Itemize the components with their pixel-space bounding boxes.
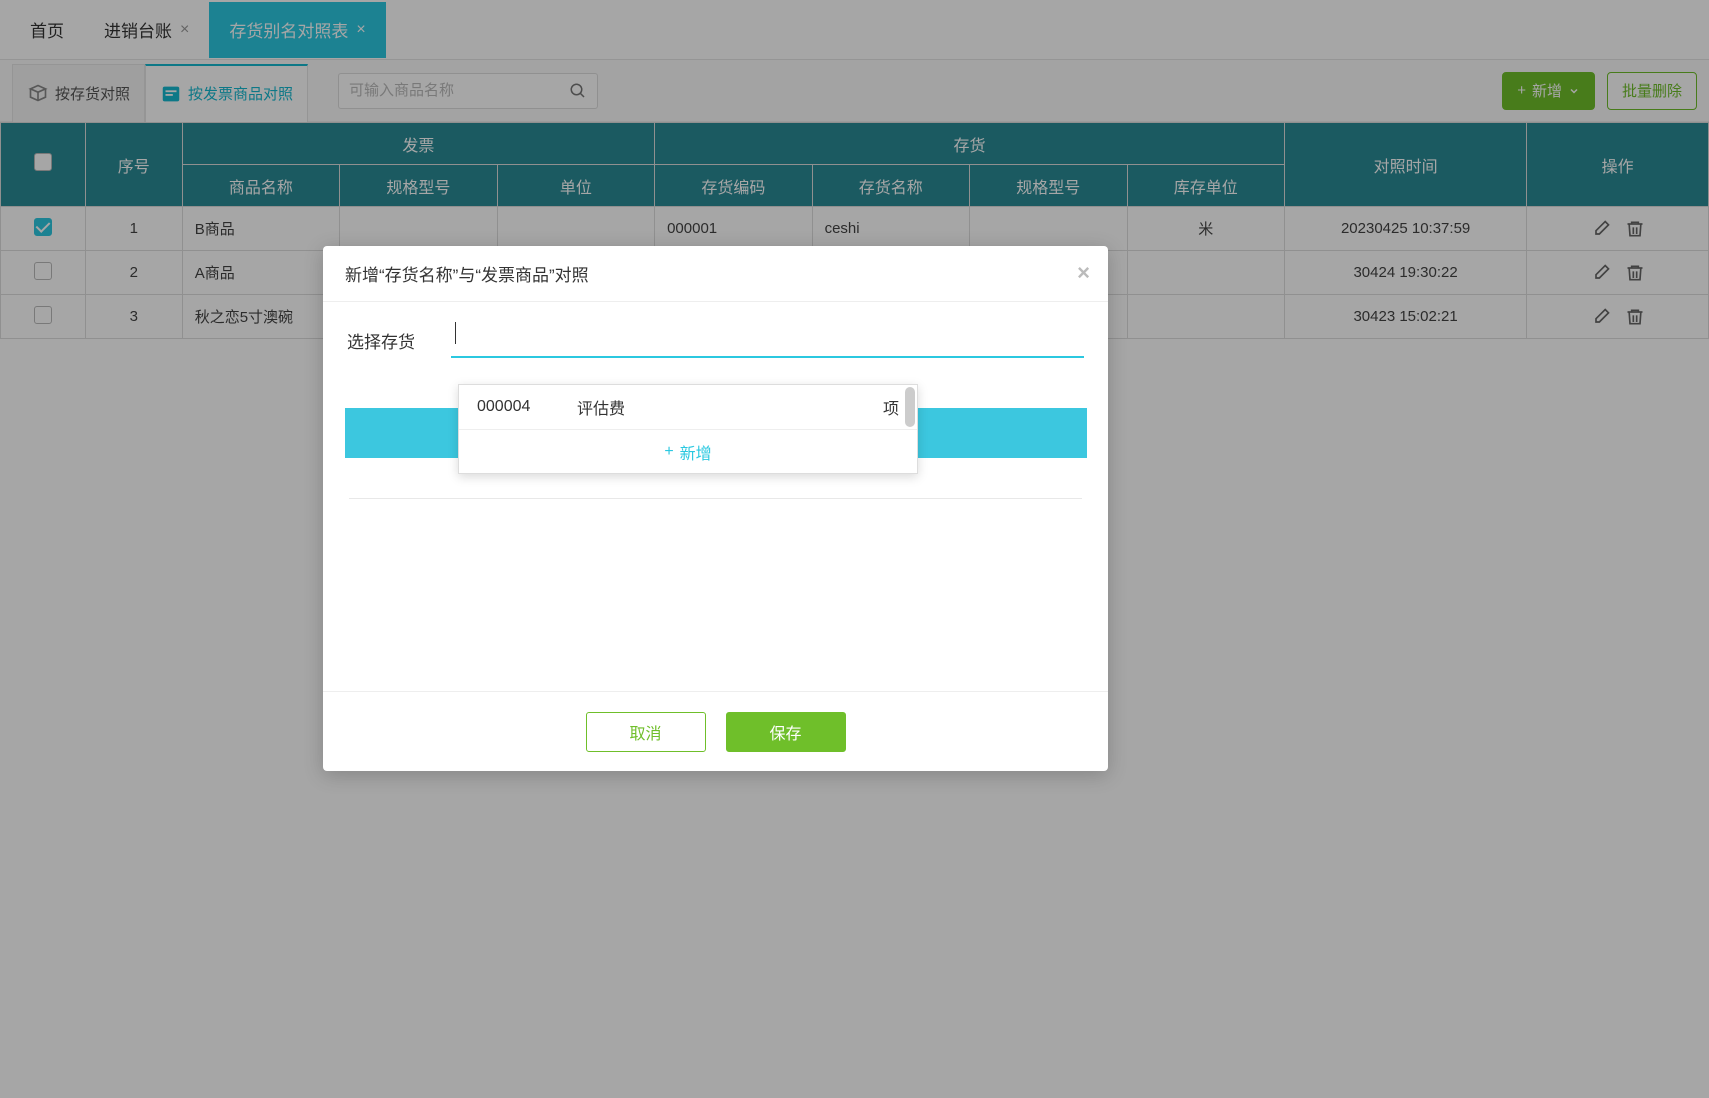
divider	[349, 498, 1082, 499]
save-label: 保存	[769, 720, 801, 744]
dropdown-scrollbar[interactable]	[905, 387, 915, 427]
dropdown-add-new[interactable]: + 新增	[459, 429, 917, 473]
dropdown-item[interactable]: 000004 评估费 项	[459, 385, 917, 429]
section-bar-left	[345, 408, 460, 458]
plus-icon: +	[664, 443, 673, 461]
cancel-label: 取消	[629, 720, 661, 744]
inventory-dropdown: 000004 评估费 项 + 新增	[458, 384, 918, 474]
save-button[interactable]: 保存	[726, 712, 846, 752]
modal-header: 新增“存货名称”与“发票商品”对照 ×	[323, 246, 1108, 302]
modal-body: 选择存货 000004 评估费 项 + 新增	[323, 302, 1108, 691]
dropdown-add-label: 新增	[680, 440, 712, 464]
cancel-button[interactable]: 取消	[586, 712, 706, 752]
inventory-select-input[interactable]	[451, 322, 1084, 358]
modal-footer: 取消 保存	[323, 691, 1108, 771]
dropdown-item-unit: 项	[859, 395, 899, 419]
dropdown-item-name: 评估费	[577, 395, 859, 419]
close-icon[interactable]: ×	[1077, 260, 1090, 286]
dropdown-item-code: 000004	[477, 398, 577, 416]
add-alias-modal: 新增“存货名称”与“发票商品”对照 × 选择存货 000004 评估费 项 + …	[323, 246, 1108, 771]
modal-title: 新增“存货名称”与“发票商品”对照	[345, 261, 589, 286]
inventory-select-label: 选择存货	[347, 328, 437, 353]
text-cursor	[455, 322, 456, 344]
inventory-select-row: 选择存货	[347, 322, 1084, 358]
section-bar-right	[917, 408, 1087, 458]
